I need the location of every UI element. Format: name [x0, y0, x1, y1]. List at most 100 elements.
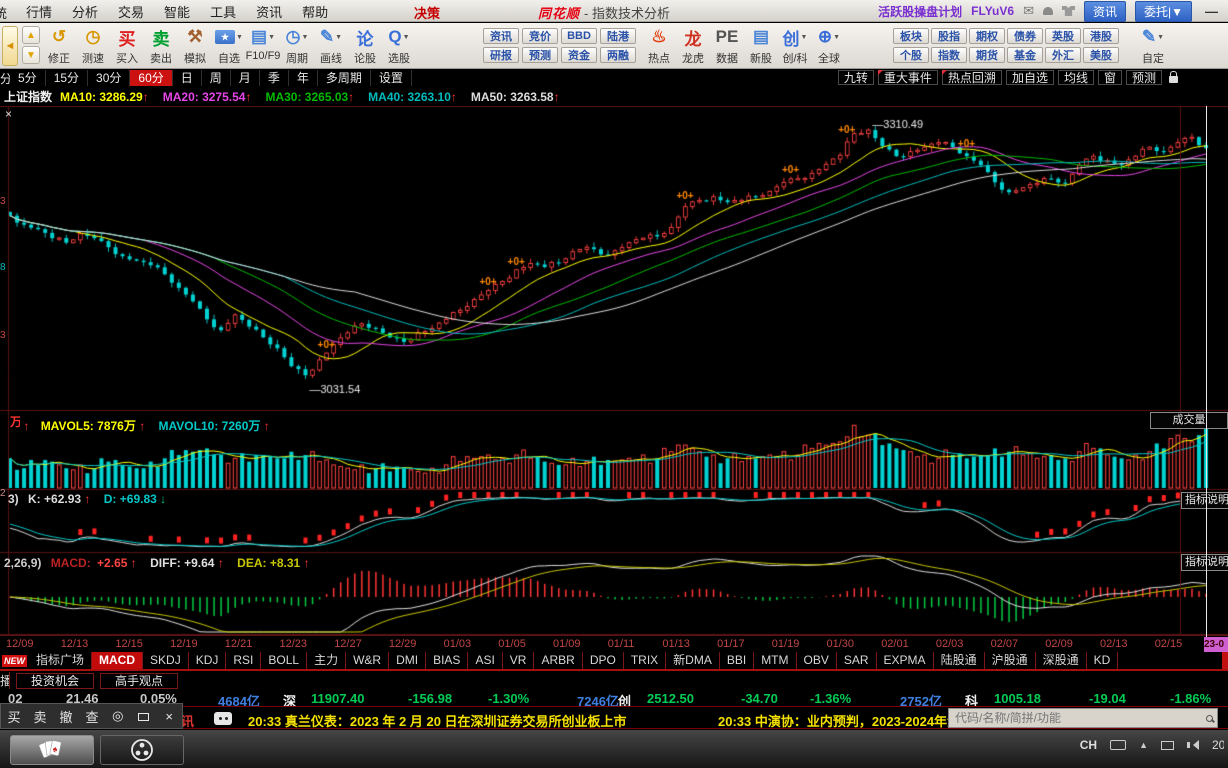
tab-陆股通[interactable]: 陆股通	[934, 652, 985, 669]
toolbar-button-论股[interactable]: 论论股	[348, 23, 382, 69]
subtab-投资机会[interactable]: 投资机会	[16, 673, 94, 689]
toolbar-button-修正[interactable]: ↺修正	[42, 23, 76, 69]
tab-EXPMA[interactable]: EXPMA	[877, 652, 934, 669]
close-icon[interactable]: ×	[156, 709, 182, 724]
menu-item-分析[interactable]: 分析	[72, 2, 98, 21]
tool-窗[interactable]: 窗	[1098, 70, 1122, 85]
toolbar-button-画线[interactable]: ✎▼画线	[314, 23, 348, 69]
toolbar-button-全球[interactable]: ⊕▼全球	[812, 23, 846, 69]
toolbar-button-外汇[interactable]: 外汇	[1045, 47, 1081, 63]
toolbar-button-热点[interactable]: ♨热点	[642, 23, 676, 69]
menu-decision[interactable]: 决策	[414, 3, 440, 22]
period-设置[interactable]: 设置	[371, 70, 412, 86]
news-item[interactable]: 20:33 真兰仪表：2023 年 2 月 20 日在深圳证券交易所创业板上市	[248, 711, 627, 730]
input-language[interactable]: CH	[1080, 738, 1097, 752]
tab-沪股通[interactable]: 沪股通	[985, 652, 1036, 669]
chevron-down-icon[interactable]: ▼	[268, 34, 275, 41]
tool-加自选[interactable]: 加自选	[1006, 70, 1054, 85]
toolbar-button-买入[interactable]: 买买入	[110, 23, 144, 69]
toolbar-button-研报[interactable]: 研报	[483, 47, 519, 63]
tool-预测[interactable]: 预测	[1126, 70, 1162, 85]
bell-icon[interactable]	[1043, 7, 1053, 15]
period-周[interactable]: 周	[202, 70, 231, 86]
period-clipped[interactable]: 分	[0, 70, 10, 87]
toolbar-button-模拟[interactable]: ⚒模拟	[178, 23, 212, 69]
menu-item-帮助[interactable]: 帮助	[302, 2, 328, 21]
gear-icon[interactable]: ◎	[105, 708, 131, 724]
promo-link[interactable]: 活跃股操盘计划	[878, 3, 962, 20]
toolbar-button-选股[interactable]: Q▼选股	[382, 23, 416, 69]
chevron-down-icon[interactable]: ▼	[403, 34, 410, 41]
tab-主力[interactable]: 主力	[307, 652, 346, 669]
toolbar-button-债券[interactable]: 债券	[1007, 28, 1043, 44]
toolbar-button-期货[interactable]: 期货	[969, 47, 1005, 63]
mini-卖-button[interactable]: 卖	[27, 707, 53, 726]
tab-ARBR[interactable]: ARBR	[534, 652, 582, 669]
mail-icon[interactable]: ✉	[1023, 3, 1034, 19]
username[interactable]: FLYuV6	[971, 4, 1014, 18]
toolbar-button-BBD[interactable]: BBD	[561, 28, 597, 44]
back-icon[interactable]: ◄	[2, 26, 18, 66]
toolbar-button-周期[interactable]: ◷▼周期	[280, 23, 314, 69]
period-日[interactable]: 日	[173, 70, 202, 86]
toolbar-button-期权[interactable]: 期权	[969, 28, 1005, 44]
taskbar-app-cards[interactable]: ♠	[10, 735, 94, 765]
tab-W&R[interactable]: W&R	[346, 652, 389, 669]
toolbar-button-资讯[interactable]: 资讯	[483, 28, 519, 44]
tab-SKDJ[interactable]: SKDJ	[143, 652, 189, 669]
tab-MACD[interactable]: MACD	[92, 652, 143, 669]
tool-九转[interactable]: 九转	[838, 70, 874, 85]
search-input[interactable]	[953, 710, 1206, 726]
indicator-help-label[interactable]: 指标说明	[1181, 492, 1228, 509]
chevron-down-icon[interactable]: ▼	[1157, 34, 1164, 41]
menu-clipped[interactable]: 统	[0, 3, 10, 22]
chevron-down-icon[interactable]: ▼	[301, 34, 308, 41]
subtab-高手观点[interactable]: 高手观点	[100, 673, 178, 689]
period-5分[interactable]: 5分	[10, 70, 46, 86]
robot-icon[interactable]	[214, 712, 232, 725]
toolbar-button-竞价[interactable]: 竞价	[522, 28, 558, 44]
chevron-down-icon[interactable]: ▼	[801, 34, 808, 41]
tab-KDJ[interactable]: KDJ	[189, 652, 227, 669]
minimize-button[interactable]: —	[1201, 4, 1222, 19]
trade-button[interactable]: 委托|▼	[1135, 1, 1192, 22]
period-月[interactable]: 月	[231, 70, 260, 86]
tab-RSI[interactable]: RSI	[226, 652, 261, 669]
mini-撤-button[interactable]: 撤	[53, 707, 79, 726]
menu-item-交易[interactable]: 交易	[118, 2, 144, 21]
speaker-icon[interactable]	[1187, 740, 1199, 750]
toolbar-button-测速[interactable]: ◷测速	[76, 23, 110, 69]
toolbar-button-两融[interactable]: 两融	[600, 47, 636, 63]
keyboard-icon[interactable]	[1110, 740, 1126, 750]
toolbar-button-港股[interactable]: 港股	[1083, 28, 1119, 44]
chevron-down-icon[interactable]: ▼	[833, 34, 840, 41]
chevron-down-icon[interactable]: ▼	[236, 34, 243, 41]
tool-热点回溯[interactable]: 热点回溯	[942, 70, 1002, 85]
tab-BOLL[interactable]: BOLL	[261, 652, 307, 669]
toolbar-button-个股[interactable]: 个股	[893, 47, 929, 63]
toolbar-button-美股[interactable]: 美股	[1083, 47, 1119, 63]
tool-重大事件[interactable]: 重大事件	[878, 70, 938, 85]
up-arrow-icon[interactable]: ▲	[22, 26, 40, 44]
taskbar-app-obs[interactable]	[100, 735, 184, 765]
period-15分[interactable]: 15分	[46, 70, 88, 86]
tab-SAR[interactable]: SAR	[837, 652, 877, 669]
indicator-help-label[interactable]: 指标说明	[1181, 554, 1228, 571]
period-季[interactable]: 季	[260, 70, 289, 86]
search-icon[interactable]	[1206, 715, 1213, 722]
tab-DPO[interactable]: DPO	[583, 652, 624, 669]
toolbar-button-板块[interactable]: 板块	[893, 28, 929, 44]
menu-item-资讯[interactable]: 资讯	[256, 2, 282, 21]
shirt-icon[interactable]	[1062, 6, 1075, 16]
toolbar-button-数据[interactable]: PE数据	[710, 23, 744, 69]
lock-icon[interactable]	[1169, 76, 1178, 83]
toolbar-button-预测[interactable]: 预测	[522, 47, 558, 63]
toolbar-button-资金[interactable]: 资金	[561, 47, 597, 63]
tab-KD[interactable]: KD	[1087, 652, 1119, 669]
tab-indicator-plaza[interactable]: 指标广场	[29, 652, 92, 669]
toolbar-button-创/科[interactable]: 创▼创/科	[778, 23, 812, 69]
tray-expand-icon[interactable]: ▲	[1139, 740, 1148, 750]
period-年[interactable]: 年	[289, 70, 318, 86]
tool-均线[interactable]: 均线	[1058, 70, 1094, 85]
subtab-clipped[interactable]: 播	[0, 672, 10, 689]
